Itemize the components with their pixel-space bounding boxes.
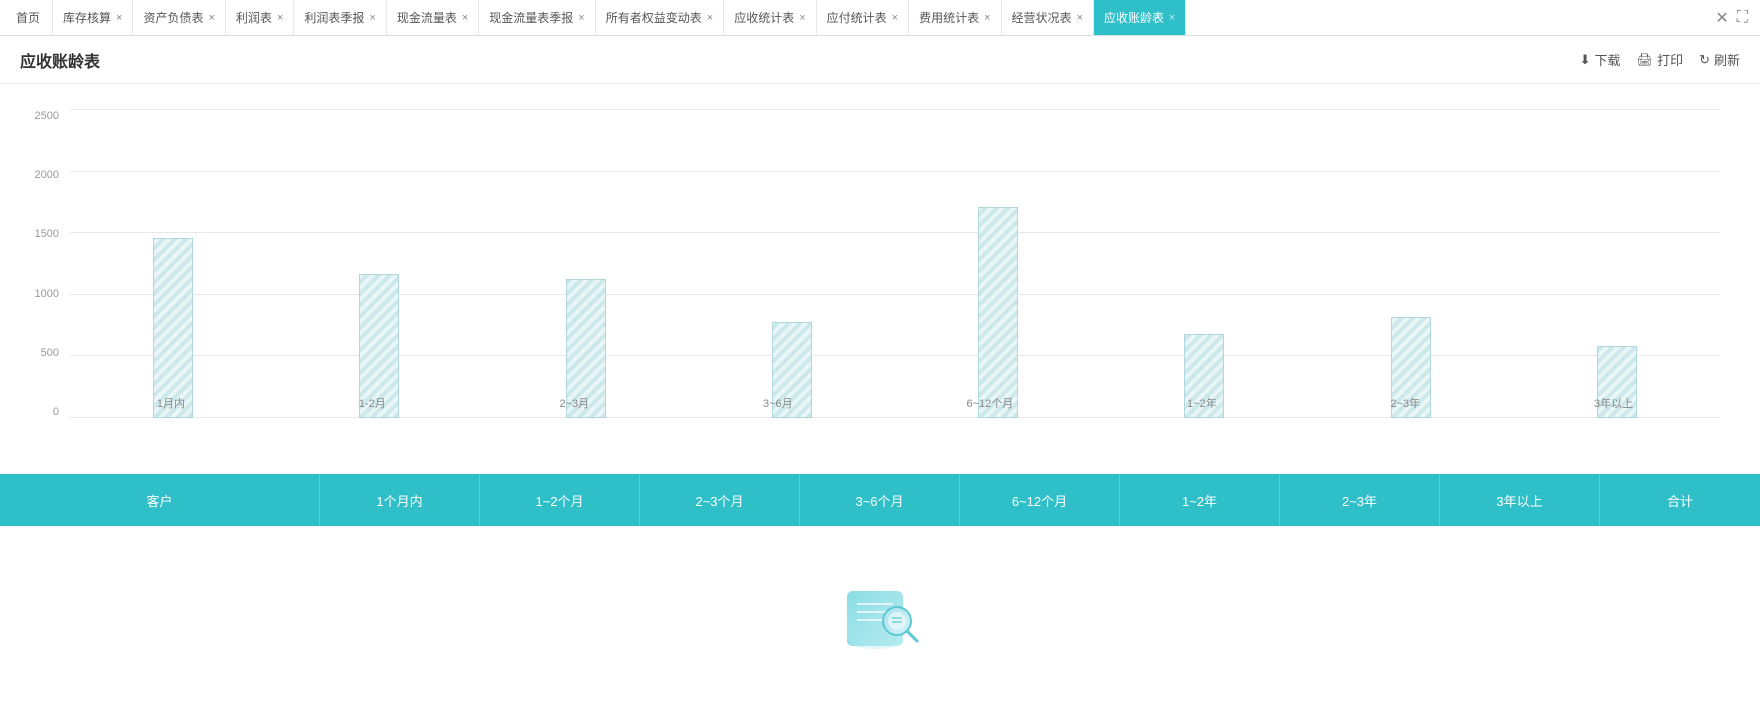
tab-ar-aging[interactable]: 应收账龄表 × [1094, 0, 1186, 36]
close-icon[interactable]: ✕ [1715, 8, 1728, 28]
tab-operation[interactable]: 经营状况表 × [1002, 0, 1094, 36]
tab-ap-stats[interactable]: 应付统计表 × [817, 0, 909, 36]
tab-close-ar-stats[interactable]: × [799, 12, 805, 24]
y-label-2500b: 2000 [35, 169, 59, 181]
table-header-1: 1个月内 [320, 474, 480, 526]
x-label-0: 1月内 [157, 395, 185, 411]
tab-inventory[interactable]: 库存核算 × [53, 0, 133, 36]
tab-home[interactable]: 首页 [4, 0, 53, 36]
chart-area: 2500 2000 1500 1000 500 0 [0, 84, 1760, 474]
table-header-2: 1~2个月 [480, 474, 640, 526]
table-header-6: 1~2年 [1120, 474, 1280, 526]
table-header-4: 3~6个月 [800, 474, 960, 526]
tab-cashflow-quarter[interactable]: 现金流量表季报 × [479, 0, 595, 36]
tab-close-profit-quarter[interactable]: × [369, 12, 375, 24]
tab-close-balance[interactable]: × [208, 12, 214, 24]
tab-profit[interactable]: 利润表 × [226, 0, 294, 36]
x-label-1: 1-2月 [359, 395, 386, 411]
refresh-label: 刷新 [1714, 50, 1740, 69]
header-actions: ⬇ 下载 🖨 打印 ↻ 刷新 [1580, 50, 1740, 69]
y-label-0: 0 [53, 406, 59, 418]
print-label: 打印 [1657, 50, 1683, 69]
tab-close-cashflow[interactable]: × [462, 12, 468, 24]
empty-state [0, 526, 1760, 706]
tab-close-equity[interactable]: × [707, 12, 713, 24]
x-label-2: 2~3月 [560, 395, 590, 411]
chart-inner: 1月内 1-2月 2~3月 3~6月 6~12个月 1~2年 2~3年 3年以上 [70, 110, 1720, 418]
x-axis: 1月内 1-2月 2~3月 3~6月 6~12个月 1~2年 2~3年 3年以上 [70, 388, 1720, 418]
tab-close-profit[interactable]: × [277, 12, 283, 24]
tab-close-inventory[interactable]: × [116, 12, 122, 24]
bar-group-4 [978, 207, 1018, 418]
y-label-1500: 1500 [35, 228, 59, 240]
tab-ar-stats[interactable]: 应收统计表 × [724, 0, 816, 36]
table-header-9: 合计 [1600, 474, 1760, 526]
x-label-4: 6~12个月 [966, 395, 1013, 411]
empty-illustration [825, 566, 935, 666]
tab-close-ap-stats[interactable]: × [892, 12, 898, 24]
download-label: 下载 [1595, 50, 1621, 69]
page-header: 应收账龄表 ⬇ 下载 🖨 打印 ↻ 刷新 [0, 36, 1760, 84]
table-header-7: 2~3年 [1280, 474, 1440, 526]
tab-close-expense[interactable]: × [984, 12, 990, 24]
x-label-3: 3~6月 [763, 395, 793, 411]
table-header-5: 6~12个月 [960, 474, 1120, 526]
y-axis: 2500 2000 1500 1000 500 0 [20, 110, 65, 418]
x-label-6: 2~3年 [1391, 395, 1421, 411]
tab-bar: 首页 库存核算 × 资产负债表 × 利润表 × 利润表季报 × 现金流量表 × … [0, 0, 1760, 36]
x-label-7: 3年以上 [1594, 395, 1633, 411]
print-button[interactable]: 🖨 打印 [1637, 50, 1684, 69]
y-label-1000: 1000 [35, 288, 59, 300]
print-icon: 🖨 [1637, 52, 1654, 68]
maximize-icon[interactable]: ⛶ [1737, 9, 1748, 27]
bar-4 [978, 207, 1018, 418]
tab-cashflow[interactable]: 现金流量表 × [387, 0, 479, 36]
download-button[interactable]: ⬇ 下载 [1580, 50, 1621, 69]
tab-close-operation[interactable]: × [1077, 12, 1083, 24]
tab-close-ar-aging[interactable]: × [1169, 12, 1175, 24]
x-label-5: 1~2年 [1187, 395, 1217, 411]
y-label-2500a: 2500 [35, 110, 59, 122]
refresh-icon: ↻ [1699, 52, 1710, 68]
tab-profit-quarter[interactable]: 利润表季报 × [294, 0, 386, 36]
chart-container: 2500 2000 1500 1000 500 0 [20, 100, 1740, 458]
tab-expense[interactable]: 费用统计表 × [909, 0, 1001, 36]
tab-close-cashflow-quarter[interactable]: × [578, 12, 584, 24]
window-controls: ✕ ⛶ [1715, 8, 1756, 28]
main-content: 2500 2000 1500 1000 500 0 [0, 84, 1760, 720]
tab-balance[interactable]: 资产负债表 × [133, 0, 225, 36]
table-header-0: 客户 [0, 474, 320, 526]
tab-equity[interactable]: 所有者权益变动表 × [596, 0, 724, 36]
table-header-3: 2~3个月 [640, 474, 800, 526]
download-icon: ⬇ [1580, 52, 1591, 68]
refresh-button[interactable]: ↻ 刷新 [1699, 50, 1740, 69]
bars-area [70, 110, 1720, 418]
table-header-8: 3年以上 [1440, 474, 1600, 526]
y-label-500: 500 [41, 347, 59, 359]
table-header: 客户1个月内1~2个月2~3个月3~6个月6~12个月1~2年2~3年3年以上合… [0, 474, 1760, 526]
page-title: 应收账龄表 [20, 48, 100, 72]
